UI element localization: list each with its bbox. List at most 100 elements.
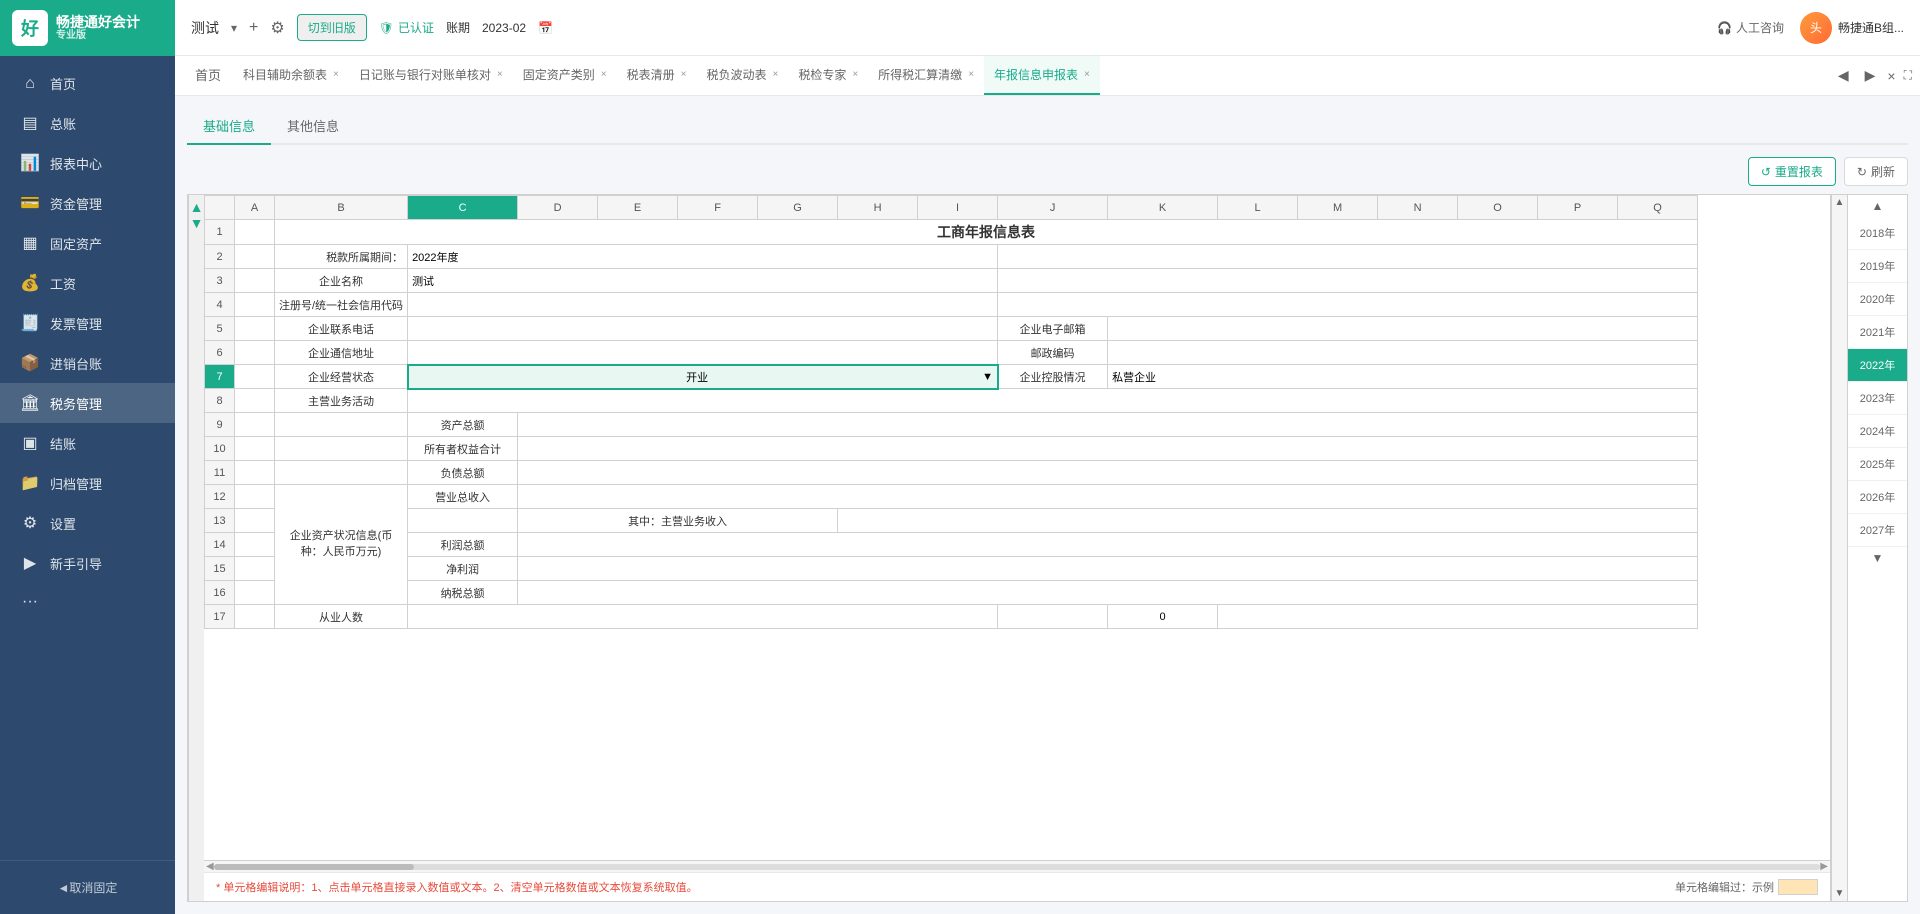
horizontal-scrollbar[interactable]: ◀ ▶ [204, 860, 1830, 872]
tab-taxexpert[interactable]: 税检专家 × [788, 56, 868, 95]
value-equity[interactable] [518, 437, 1698, 461]
value-total-revenue[interactable] [518, 485, 1698, 509]
year-scroll-up[interactable]: ▲ [1868, 195, 1888, 217]
col-header-b[interactable]: B [275, 196, 408, 220]
col-header-n[interactable]: N [1378, 196, 1458, 220]
sidebar-item-invoice[interactable]: 🧾 发票管理 [0, 303, 175, 343]
topbar-add-button[interactable]: + [249, 19, 258, 37]
tab-taxwave[interactable]: 税负波动表 × [696, 56, 788, 95]
value-phone[interactable] [408, 317, 998, 341]
vertical-scrollbar[interactable]: ▲ ▼ [1831, 195, 1847, 901]
value-email[interactable] [1108, 317, 1698, 341]
user-avatar-button[interactable]: 头 畅捷通B组... [1800, 12, 1904, 44]
value-postcode[interactable] [1108, 341, 1698, 365]
col-header-e[interactable]: E [598, 196, 678, 220]
sidebar-pin-button[interactable]: ◄取消固定 [0, 871, 175, 904]
sidebar-item-purchase[interactable]: 📦 进销台账 [0, 343, 175, 383]
col-header-d[interactable]: D [518, 196, 598, 220]
col-header-h[interactable]: H [838, 196, 918, 220]
tab-next-button[interactable]: ▶ [1861, 65, 1880, 86]
value-tax-period[interactable]: 2022年度 [408, 245, 998, 269]
tab-expand-button[interactable]: ⛶ [1904, 68, 1912, 83]
col-header-i[interactable]: I [918, 196, 998, 220]
col-header-k[interactable]: K [1108, 196, 1218, 220]
year-item-2019[interactable]: 2019年 [1848, 250, 1907, 283]
value-liabilities[interactable] [518, 461, 1698, 485]
value-total-assets[interactable] [518, 413, 1698, 437]
subtab-other[interactable]: 其他信息 [271, 108, 355, 145]
value-total-tax[interactable] [518, 581, 1698, 605]
calendar-icon[interactable]: 📅 [538, 21, 553, 35]
col-header-c[interactable]: C [408, 196, 518, 220]
scroll-left-icon[interactable]: ◀ [206, 861, 214, 872]
collapse-bar[interactable]: ▲ ▼ [188, 195, 204, 901]
sheet-scroll-area[interactable]: A B C D E F G H I J [204, 195, 1830, 860]
sidebar-item-archive[interactable]: 📁 归档管理 [0, 463, 175, 503]
col-header-q[interactable]: Q [1618, 196, 1698, 220]
sidebar-item-ledger[interactable]: ▤ 总账 [0, 103, 175, 143]
tab-close-fixedassets[interactable]: × [601, 69, 607, 80]
sidebar-item-home[interactable]: ⌂ 首页 [0, 64, 175, 103]
sidebar-item-tax[interactable]: 🏛 税务管理 [0, 383, 175, 423]
subtab-basic[interactable]: 基础信息 [187, 108, 271, 145]
sheet-title[interactable]: 工商年报信息表 [275, 220, 1698, 245]
tab-close-annual[interactable]: × [1084, 69, 1090, 80]
year-item-2026[interactable]: 2026年 [1848, 481, 1907, 514]
year-item-2020[interactable]: 2020年 [1848, 283, 1907, 316]
col-header-f[interactable]: F [678, 196, 758, 220]
col-header-j[interactable]: J [998, 196, 1108, 220]
tab-bankreconcile[interactable]: 日记账与银行对账单核对 × [349, 56, 513, 95]
value-holding[interactable]: 私营企业 [1108, 365, 1698, 389]
col-header-l[interactable]: L [1218, 196, 1298, 220]
value-biz-status-dropdown[interactable]: 开业 ▼ [408, 365, 998, 389]
scroll-right-icon[interactable]: ▶ [1820, 861, 1828, 872]
year-item-2027[interactable]: 2027年 [1848, 514, 1907, 547]
sidebar-item-settings[interactable]: ⚙ 设置 [0, 503, 175, 543]
col-header-m[interactable]: M [1298, 196, 1378, 220]
topbar-settings-button[interactable]: ⚙ [270, 18, 284, 38]
tab-home[interactable]: 首页 [183, 56, 233, 95]
year-item-2021[interactable]: 2021年 [1848, 316, 1907, 349]
tab-close-auxiliary[interactable]: × [333, 69, 339, 80]
topbar-dropdown-icon[interactable]: ▾ [231, 21, 237, 35]
value-employees-count[interactable]: 0 [1108, 605, 1218, 629]
scroll-up-button[interactable]: ▲ [1833, 195, 1847, 210]
value-net-profit[interactable] [518, 557, 1698, 581]
tab-auxiliary[interactable]: 科目辅助余额表 × [233, 56, 349, 95]
year-item-2025[interactable]: 2025年 [1848, 448, 1907, 481]
value-main-biz[interactable] [408, 389, 1698, 413]
service-button[interactable]: 🎧 人工咨询 [1717, 19, 1784, 36]
col-header-g[interactable]: G [758, 196, 838, 220]
year-item-2023[interactable]: 2023年 [1848, 382, 1907, 415]
sidebar-item-salary[interactable]: 💰 工资 [0, 263, 175, 303]
value-address[interactable] [408, 341, 998, 365]
tab-incometax[interactable]: 所得税汇算清缴 × [868, 56, 984, 95]
sidebar-item-guide[interactable]: ▶ 新手引导 [0, 543, 175, 583]
sidebar-item-assets[interactable]: ▦ 固定资产 [0, 223, 175, 263]
tab-taxlist[interactable]: 税表清册 × [617, 56, 697, 95]
tab-close-taxexpert[interactable]: × [852, 69, 858, 80]
year-item-2022[interactable]: 2022年 [1848, 349, 1907, 382]
refresh-button[interactable]: ↻ 刷新 [1844, 157, 1908, 186]
value-company-name[interactable]: 测试 [408, 269, 998, 293]
value-reg-no[interactable] [408, 293, 998, 317]
sidebar-item-more[interactable]: ··· [0, 583, 175, 621]
tab-prev-button[interactable]: ◀ [1834, 65, 1853, 86]
col-header-p[interactable]: P [1538, 196, 1618, 220]
sidebar-item-reports[interactable]: 📊 报表中心 [0, 143, 175, 183]
old-version-button[interactable]: 切到旧版 [297, 14, 367, 41]
tab-fixedassets[interactable]: 固定资产类别 × [513, 56, 617, 95]
sidebar-item-close[interactable]: ▣ 结账 [0, 423, 175, 463]
sidebar-item-funds[interactable]: 💳 资金管理 [0, 183, 175, 223]
tab-annual-report[interactable]: 年报信息申报表 × [984, 56, 1100, 95]
year-item-2018[interactable]: 2018年 [1848, 217, 1907, 250]
tab-close-taxlist[interactable]: × [681, 69, 687, 80]
col-header-o[interactable]: O [1458, 196, 1538, 220]
tab-close-all-button[interactable]: × [1887, 68, 1895, 84]
value-main-revenue[interactable] [838, 509, 1698, 533]
value-total-profit[interactable] [518, 533, 1698, 557]
value-employees[interactable] [408, 605, 998, 629]
reset-report-button[interactable]: ↺ 重置报表 [1748, 157, 1836, 186]
year-item-2024[interactable]: 2024年 [1848, 415, 1907, 448]
tab-close-taxwave[interactable]: × [772, 69, 778, 80]
